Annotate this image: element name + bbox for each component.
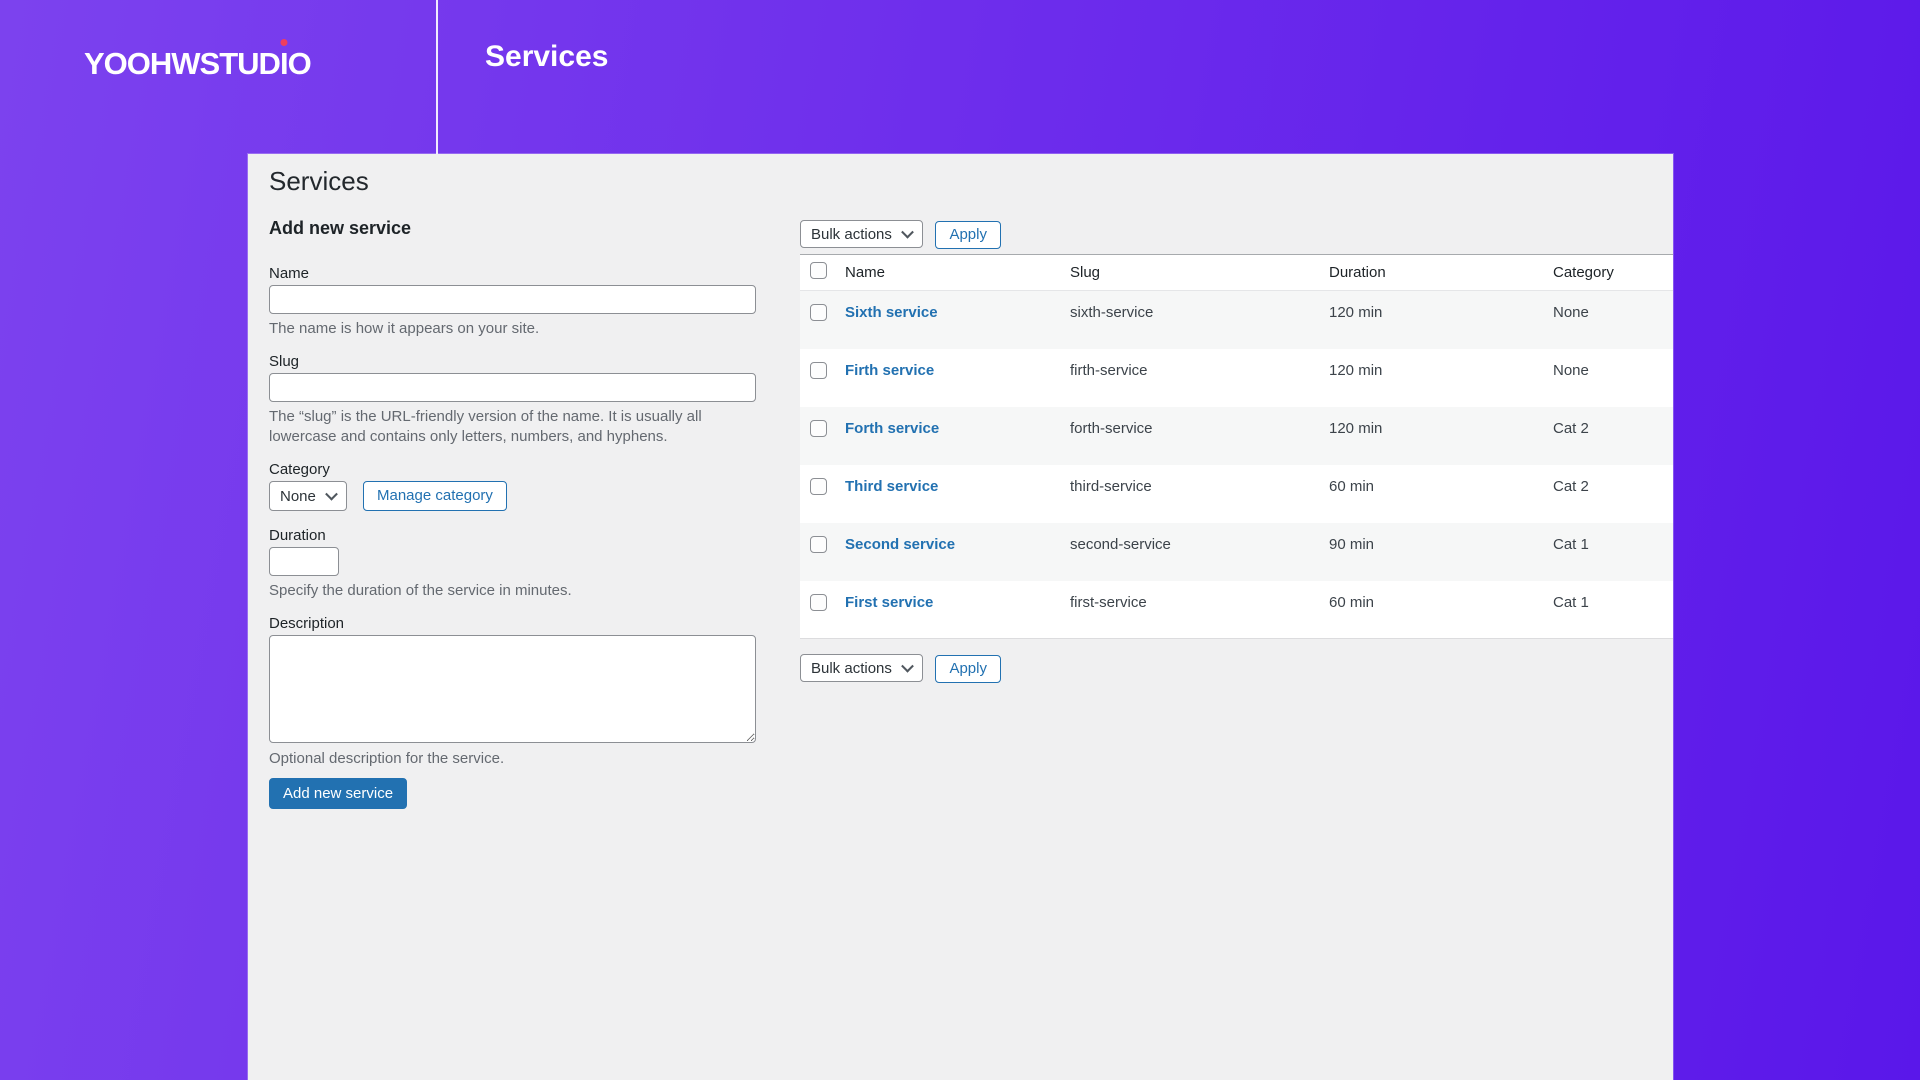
description-textarea[interactable] (269, 635, 756, 743)
add-service-form: Services Add new service Name The name i… (269, 154, 756, 809)
service-name-link[interactable]: Forth service (845, 420, 939, 437)
duration-help-text: Specify the duration of the service in m… (269, 582, 572, 599)
manage-category-button[interactable]: Manage category (363, 481, 507, 511)
service-category-cell: Cat 1 (1553, 535, 1589, 553)
service-duration-cell: 120 min (1329, 304, 1383, 321)
apply-button-top[interactable]: Apply (935, 220, 1001, 249)
service-category-cell: Cat 1 (1553, 593, 1589, 611)
service-name-link[interactable]: Third service (845, 478, 938, 495)
service-slug-cell: sixth-service (1070, 304, 1154, 321)
add-service-heading: Add new service (269, 218, 412, 238)
table-row: First service first-service 60 min Cat 1 (800, 580, 1673, 639)
table-row: Second service second-service 90 min Cat… (800, 522, 1673, 581)
bulk-actions-select-bottom[interactable]: Bulk actions (800, 654, 923, 682)
service-category-cell: Cat 2 (1553, 477, 1589, 495)
name-input[interactable] (269, 285, 756, 314)
column-header-name: Name (845, 264, 886, 281)
row-checkbox[interactable] (810, 535, 827, 553)
services-table: Name Slug Duration Category Sixth servic… (800, 254, 1673, 639)
bulk-actions-select-wrap-top: Bulk actions (800, 220, 923, 248)
slug-help-text: The “slug” is the URL-friendly version o… (269, 408, 702, 445)
service-slug-cell: first-service (1070, 593, 1147, 611)
table-row: Sixth service sixth-service 120 min None (800, 290, 1673, 349)
service-name-link[interactable]: Firth service (845, 362, 934, 379)
select-all-checkbox[interactable] (810, 262, 827, 279)
category-label: Category (269, 461, 330, 478)
column-header-duration: Duration (1329, 264, 1386, 281)
apply-button-bottom[interactable]: Apply (935, 654, 1001, 683)
name-label: Name (269, 265, 310, 282)
logo-text-prefix: YOOHWSTUD (84, 46, 281, 81)
service-duration-cell: 60 min (1329, 477, 1375, 495)
duration-input[interactable] (269, 547, 339, 576)
service-duration-cell: 90 min (1329, 535, 1375, 553)
row-checkbox[interactable] (810, 419, 827, 437)
service-category-cell: None (1553, 361, 1589, 379)
category-select[interactable]: None (269, 481, 347, 511)
service-duration-cell: 120 min (1329, 361, 1383, 379)
duration-label: Duration (269, 527, 326, 544)
service-duration-cell: 60 min (1329, 593, 1375, 611)
bulk-actions-select-wrap-bottom: Bulk actions (800, 654, 923, 682)
service-duration-cell: 120 min (1329, 419, 1383, 437)
name-help-text: The name is how it appears on your site. (269, 320, 540, 337)
service-category-cell: Cat 2 (1553, 419, 1589, 437)
service-slug-cell: firth-service (1070, 361, 1148, 379)
site-logo[interactable]: YOOHWSTUDI O (84, 39, 312, 82)
column-header-category: Category (1553, 264, 1614, 281)
logo-text-suffix: O (287, 46, 312, 81)
service-category-cell: None (1553, 304, 1589, 321)
header-page-title: Services (485, 40, 609, 73)
page-title: Services (269, 166, 369, 196)
row-checkbox[interactable] (810, 304, 827, 321)
column-header-slug: Slug (1070, 264, 1101, 281)
slug-input[interactable] (269, 373, 756, 402)
description-label: Description (269, 615, 345, 632)
row-checkbox[interactable] (810, 361, 827, 379)
logo-letter-i: I (280, 39, 289, 82)
service-slug-cell: forth-service (1070, 419, 1153, 437)
row-checkbox[interactable] (810, 477, 827, 495)
service-name-link[interactable]: Sixth service (845, 304, 938, 321)
description-help-text: Optional description for the service. (269, 750, 505, 767)
header-divider (436, 0, 438, 154)
service-slug-cell: third-service (1070, 477, 1152, 495)
category-select-wrap: None (269, 481, 347, 511)
bulk-actions-toolbar-bottom: Bulk actions Apply (800, 654, 1001, 683)
table-row: Third service third-service 60 min Cat 2 (800, 464, 1673, 523)
row-checkbox[interactable] (810, 593, 827, 611)
table-row: Firth service firth-service 120 min None (800, 348, 1673, 407)
service-name-link[interactable]: Second service (845, 536, 955, 553)
table-header-row: Name Slug Duration Category (800, 254, 1673, 291)
bulk-actions-select-top[interactable]: Bulk actions (800, 220, 923, 248)
table-row: Forth service forth-service 120 min Cat … (800, 406, 1673, 465)
service-name-link[interactable]: First service (845, 594, 933, 611)
service-slug-cell: second-service (1070, 535, 1171, 553)
bulk-actions-toolbar-top: Bulk actions Apply (800, 220, 1001, 249)
main-content-card: Services Add new service Name The name i… (248, 154, 1673, 1080)
add-new-service-button[interactable]: Add new service (269, 778, 408, 809)
slug-label: Slug (269, 353, 300, 370)
logo-dot (280, 39, 288, 46)
